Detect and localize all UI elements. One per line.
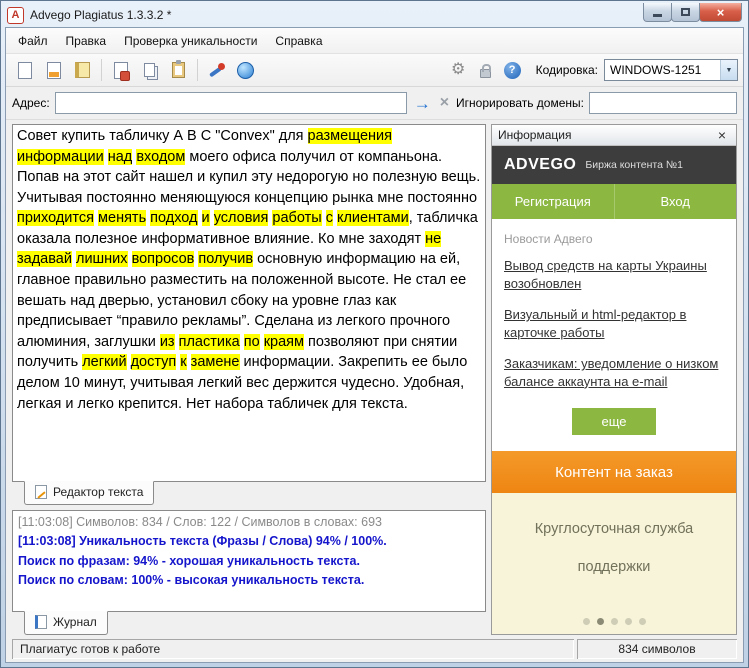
close-icon: × [716,4,725,20]
login-button[interactable]: Вход [613,184,736,219]
encoding-value: WINDOWS-1251 [610,63,702,77]
menu-file[interactable]: Файл [10,31,56,51]
info-panel-body: ADVEGO Биржа контента №1 Регистрация Вхо… [492,146,736,634]
advego-tagline: Биржа контента №1 [585,159,683,171]
toolbar-separator [197,59,198,81]
go-arrow-icon[interactable]: → [412,95,433,112]
support-section: Круглосуточная служба поддержки [492,493,736,634]
log-line: [11:03:08] Символов: 834 / Слов: 122 / С… [18,515,382,529]
log-area: [11:03:08] Символов: 834 / Слов: 122 / С… [12,510,486,612]
edit-icon [35,485,47,499]
window-controls: × [643,3,742,22]
paste-icon[interactable] [165,57,192,83]
window-title: Advego Plagiatus 1.3.3.2 * [30,8,172,22]
encoding-label: Кодировка: [535,63,598,77]
content-order-banner[interactable]: Контент на заказ [492,451,736,494]
menu-uniqueness-check[interactable]: Проверка уникальности [116,31,265,51]
document-new-icon[interactable] [11,57,38,83]
copy-icon[interactable] [136,57,163,83]
help-icon[interactable]: ? [499,57,526,83]
carousel-dot[interactable] [610,618,618,625]
auth-buttons: Регистрация Вход [492,184,736,219]
toolbar-icons [11,57,259,83]
ignore-domains-input[interactable] [589,92,737,114]
titlebar: A Advego Plagiatus 1.3.3.2 * × [5,1,744,27]
gear-icon[interactable]: ⚙ [445,57,472,83]
minimize-button[interactable] [643,3,672,22]
journal-icon [35,615,47,629]
ignore-domains-label: Игнорировать домены: [456,96,584,110]
carousel-dot[interactable] [624,618,632,625]
carousel-dot[interactable] [638,618,646,625]
app-window: A Advego Plagiatus 1.3.3.2 * × Файл Прав… [0,0,749,668]
news-link-2[interactable]: Визуальный и html-редактор в карточке ра… [504,306,724,341]
support-text: Круглосуточная служба поддержки [534,521,694,575]
web-icon[interactable] [232,57,259,83]
info-panel: Информация × ADVEGO Биржа контента №1 Ре… [491,124,737,635]
log-line: Поиск по словам: 100% - высокая уникальн… [18,573,365,588]
log-lines: [11:03:08] Символов: 834 / Слов: 122 / С… [18,513,480,591]
maximize-icon [681,8,690,16]
open-html-icon[interactable] [40,57,67,83]
tab-journal[interactable]: Журнал [24,611,108,635]
maximize-button[interactable] [671,3,700,22]
journal-tab-row: Журнал [12,611,486,635]
news-title: Новости Адвего [504,232,593,246]
address-bar: Адрес: → × Игнорировать домены: [6,87,743,120]
tab-text-editor[interactable]: Редактор текста [24,481,155,505]
clear-address-icon[interactable]: × [438,95,451,111]
news-link-3[interactable]: Заказчикам: уведомление о низком балансе… [504,355,724,390]
journal-tab-label: Журнал [53,615,97,629]
advego-logo: ADVEGO [504,156,577,173]
log-line: Поиск по фразам: 94% - хорошая уникально… [18,553,360,568]
status-message: Плагиатус готов к работе [12,639,574,659]
address-label: Адрес: [12,96,50,110]
news-section: Новости Адвего Вывод средств на карты Ук… [492,219,736,406]
menu-edit[interactable]: Правка [58,31,115,51]
log-line: [11:03:08] Уникальность текста (Фразы / … [18,534,387,549]
editor-tab-row: Редактор текста [12,481,486,505]
notebook-icon[interactable] [69,57,96,83]
editor-text[interactable]: Совет купить табличку А В С "Convex" для… [12,124,486,482]
client-area: Файл Правка Проверка уникальности Справк… [5,27,744,663]
chevron-down-icon: ▼ [720,60,737,80]
address-input[interactable] [54,92,407,114]
panel-close-icon[interactable]: × [714,128,730,142]
encoding-select[interactable]: WINDOWS-1251 ▼ [604,59,738,81]
carousel-dot[interactable] [582,618,590,625]
menu-bar: Файл Правка Проверка уникальности Справк… [6,28,743,54]
carousel-dot[interactable] [596,618,604,625]
news-link-1[interactable]: Вывод средств на карты Украины возобновл… [504,257,724,292]
main-area: Совет купить табличку А В С "Convex" для… [6,120,743,637]
close-button[interactable]: × [699,3,742,22]
carousel-dots [582,618,646,625]
register-button[interactable]: Регистрация [492,184,614,219]
menu-help[interactable]: Справка [267,31,330,51]
status-char-count: 834 символов [577,639,737,659]
info-panel-header: Информация × [492,125,736,146]
info-panel-title: Информация [498,128,572,142]
editor-tab-label: Редактор текста [53,485,144,499]
toolbar-separator [101,59,102,81]
minimize-icon [653,14,662,17]
advego-header: ADVEGO Биржа контента №1 [492,146,736,184]
more-button[interactable]: еще [572,408,656,436]
report-icon[interactable] [107,57,134,83]
toolbar: ⚙ ? Кодировка: WINDOWS-1251 ▼ [6,54,743,87]
status-bar: Плагиатус готов к работе 834 символов [6,637,743,662]
app-logo-icon: A [7,6,24,24]
lock-icon[interactable] [472,57,499,83]
editor-column: Совет купить табличку А В С "Convex" для… [12,124,486,635]
check-uniqueness-icon[interactable] [203,57,230,83]
